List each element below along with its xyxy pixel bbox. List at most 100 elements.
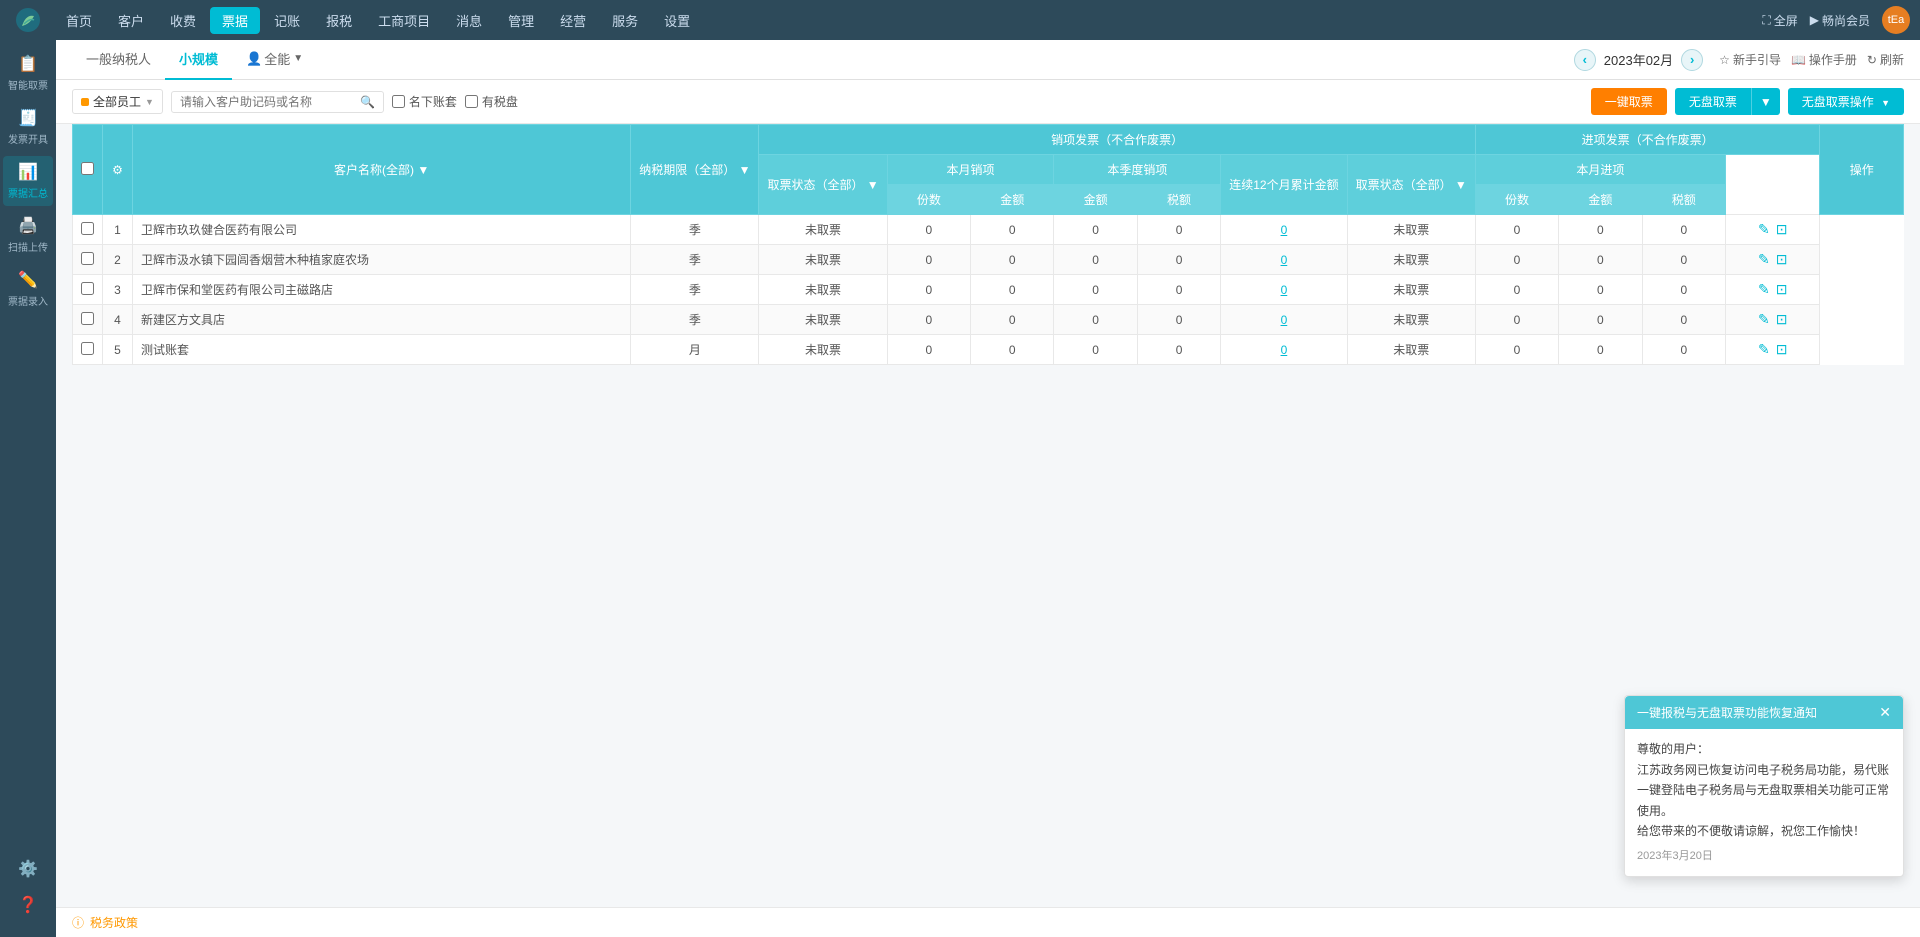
nav-item-客户[interactable]: 客户 (106, 7, 156, 34)
nav-item-工商项目[interactable]: 工商项目 (366, 7, 442, 34)
row-jx-status: 未取票 (1347, 305, 1475, 335)
row-index: 5 (103, 335, 133, 365)
delete-icon[interactable]: ⊡ (1776, 251, 1788, 268)
sidebar-item-scan-upload[interactable]: 🖨️ 扫描上传 (3, 210, 53, 260)
wupan-dropdown-btn[interactable]: ▼ (1751, 88, 1780, 115)
prev-month-btn[interactable]: ‹ (1574, 49, 1596, 71)
row-checkbox[interactable] (81, 312, 94, 325)
nav-item-服务[interactable]: 服务 (600, 7, 650, 34)
tax-policy-link[interactable]: 税务政策 (90, 914, 138, 931)
next-month-btn[interactable]: › (1681, 49, 1703, 71)
sidebar-help-icon: ❓ (18, 895, 38, 915)
row-checkbox[interactable] (81, 222, 94, 235)
col-xx-month: 本月销项 (887, 155, 1054, 185)
col-xx-status: 取票状态（全部） ▼ (759, 155, 887, 215)
wupan-ops-btn[interactable]: 无盘取票操作 ▼ (1788, 88, 1904, 115)
col-xx-month-count: 份数 (887, 185, 970, 215)
sidebar-item-ticket-entry[interactable]: ✏️ 票据录入 (3, 264, 53, 314)
nav-item-首页[interactable]: 首页 (54, 7, 104, 34)
manual-btn[interactable]: 📖 操作手册 (1791, 51, 1857, 68)
employee-select[interactable]: 全部员工 ▼ (72, 89, 163, 114)
row-xx-month-count: 0 (887, 215, 970, 245)
notification-close-btn[interactable]: ✕ (1879, 704, 1891, 721)
edit-icon[interactable]: ✎ (1758, 311, 1770, 328)
sidebar-item-settings[interactable]: ⚙️ (3, 853, 53, 885)
sub-tab-bar: 一般纳税人 小规模 👤 全能 ▼ ‹ 2023年02月 › ☆ 新手引导 (56, 40, 1920, 80)
row-xx-12m[interactable]: 0 (1221, 335, 1347, 365)
tab-small-scale[interactable]: 小规模 (165, 40, 232, 80)
manual-icon: 📖 (1791, 53, 1806, 67)
row-xx-season-tax: 0 (1137, 245, 1220, 275)
edit-icon[interactable]: ✎ (1758, 221, 1770, 238)
wupan-qupiao-btn[interactable]: 无盘取票 (1675, 88, 1751, 115)
row-xx-season-amount: 0 (1054, 215, 1137, 245)
edit-icon[interactable]: ✎ (1758, 281, 1770, 298)
guide-btn[interactable]: ☆ 新手引导 (1719, 51, 1781, 68)
edit-icon[interactable]: ✎ (1758, 341, 1770, 358)
nav-items: 首页客户收费票据记账报税工商项目消息管理经营服务设置 (54, 7, 1762, 34)
row-jx-month-amount: 0 (1559, 245, 1642, 275)
avatar[interactable]: tEa (1882, 6, 1910, 34)
yijian-qupiao-btn[interactable]: 一键取票 (1591, 88, 1667, 115)
delete-icon[interactable]: ⊡ (1776, 311, 1788, 328)
row-checkbox[interactable] (81, 252, 94, 265)
checkbox-youshui-label[interactable]: 有税盘 (465, 93, 518, 110)
nav-item-设置[interactable]: 设置 (652, 7, 702, 34)
sidebar-item-invoice-open[interactable]: 🧾 发票开具 (3, 102, 53, 152)
fullscreen-btn[interactable]: ⛶ 全屏 (1762, 12, 1797, 29)
row-xx-12m[interactable]: 0 (1221, 215, 1347, 245)
nav-item-管理[interactable]: 管理 (496, 7, 546, 34)
row-xx-month-amount: 0 (971, 335, 1054, 365)
col-jx-month-tax: 税额 (1642, 185, 1725, 215)
search-input[interactable] (180, 95, 360, 109)
row-xx-status: 未取票 (759, 245, 887, 275)
refresh-icon: ↻ (1867, 53, 1877, 67)
notification-body: 尊敬的用户：江苏政务网已恢复访问电子税务局功能，易代账一键登陆电子税务局与无盘取… (1625, 729, 1903, 876)
row-checkbox[interactable] (81, 342, 94, 355)
nav-item-报税[interactable]: 报税 (314, 7, 364, 34)
row-xx-season-amount: 0 (1054, 275, 1137, 305)
sidebar: 📋 智能取票 🧾 发票开具 📊 票据汇总 🖨️ 扫描上传 ✏️ 票据录入 ⚙️ … (0, 40, 56, 937)
row-name: 卫辉市汲水镇下园闾香烟营木种植家庭农场 (133, 245, 631, 275)
search-icon[interactable]: 🔍 (360, 95, 375, 109)
row-period: 季 (631, 305, 759, 335)
row-jx-month-amount: 0 (1559, 305, 1642, 335)
col-group-jinxiang: 进项发票（不合作废票） (1475, 125, 1820, 155)
row-xx-12m[interactable]: 0 (1221, 305, 1347, 335)
tab-general-taxpayer[interactable]: 一般纳税人 (72, 40, 165, 80)
select-all-checkbox[interactable] (81, 162, 94, 175)
row-xx-status: 未取票 (759, 305, 887, 335)
row-xx-season-amount: 0 (1054, 305, 1137, 335)
wupan-group: 无盘取票 ▼ (1675, 88, 1780, 115)
row-jx-month-count: 0 (1475, 215, 1558, 245)
row-index: 2 (103, 245, 133, 275)
tab-all-capable[interactable]: 👤 全能 ▼ (232, 40, 317, 80)
member-btn[interactable]: ▶ 畅尚会员 (1810, 12, 1870, 29)
refresh-btn[interactable]: ↻ 刷新 (1867, 51, 1904, 68)
toolbar-right: 一键取票 无盘取票 ▼ 无盘取票操作 ▼ (1591, 88, 1904, 115)
delete-icon[interactable]: ⊡ (1776, 221, 1788, 238)
nav-item-收费[interactable]: 收费 (158, 7, 208, 34)
delete-icon[interactable]: ⊡ (1776, 281, 1788, 298)
row-xx-12m[interactable]: 0 (1221, 245, 1347, 275)
edit-icon[interactable]: ✎ (1758, 251, 1770, 268)
row-checkbox[interactable] (81, 282, 94, 295)
sidebar-item-help[interactable]: ❓ (3, 889, 53, 921)
row-xx-season-tax: 0 (1137, 335, 1220, 365)
col-jx-month-count: 份数 (1475, 185, 1558, 215)
checkbox-youshui[interactable] (465, 95, 478, 108)
checkbox-mingxia-label[interactable]: 名下账套 (392, 93, 457, 110)
nav-item-票据[interactable]: 票据 (210, 7, 260, 34)
sidebar-item-ticket-summary[interactable]: 📊 票据汇总 (3, 156, 53, 206)
row-jx-month-amount: 0 (1559, 335, 1642, 365)
nav-item-消息[interactable]: 消息 (444, 7, 494, 34)
row-xx-month-count: 0 (887, 275, 970, 305)
delete-icon[interactable]: ⊡ (1776, 341, 1788, 358)
sidebar-item-smart-ticket[interactable]: 📋 智能取票 (3, 48, 53, 98)
row-xx-month-count: 0 (887, 245, 970, 275)
row-xx-12m[interactable]: 0 (1221, 275, 1347, 305)
checkbox-mingxia[interactable] (392, 95, 405, 108)
nav-item-经营[interactable]: 经营 (548, 7, 598, 34)
row-xx-month-count: 0 (887, 305, 970, 335)
nav-item-记账[interactable]: 记账 (262, 7, 312, 34)
